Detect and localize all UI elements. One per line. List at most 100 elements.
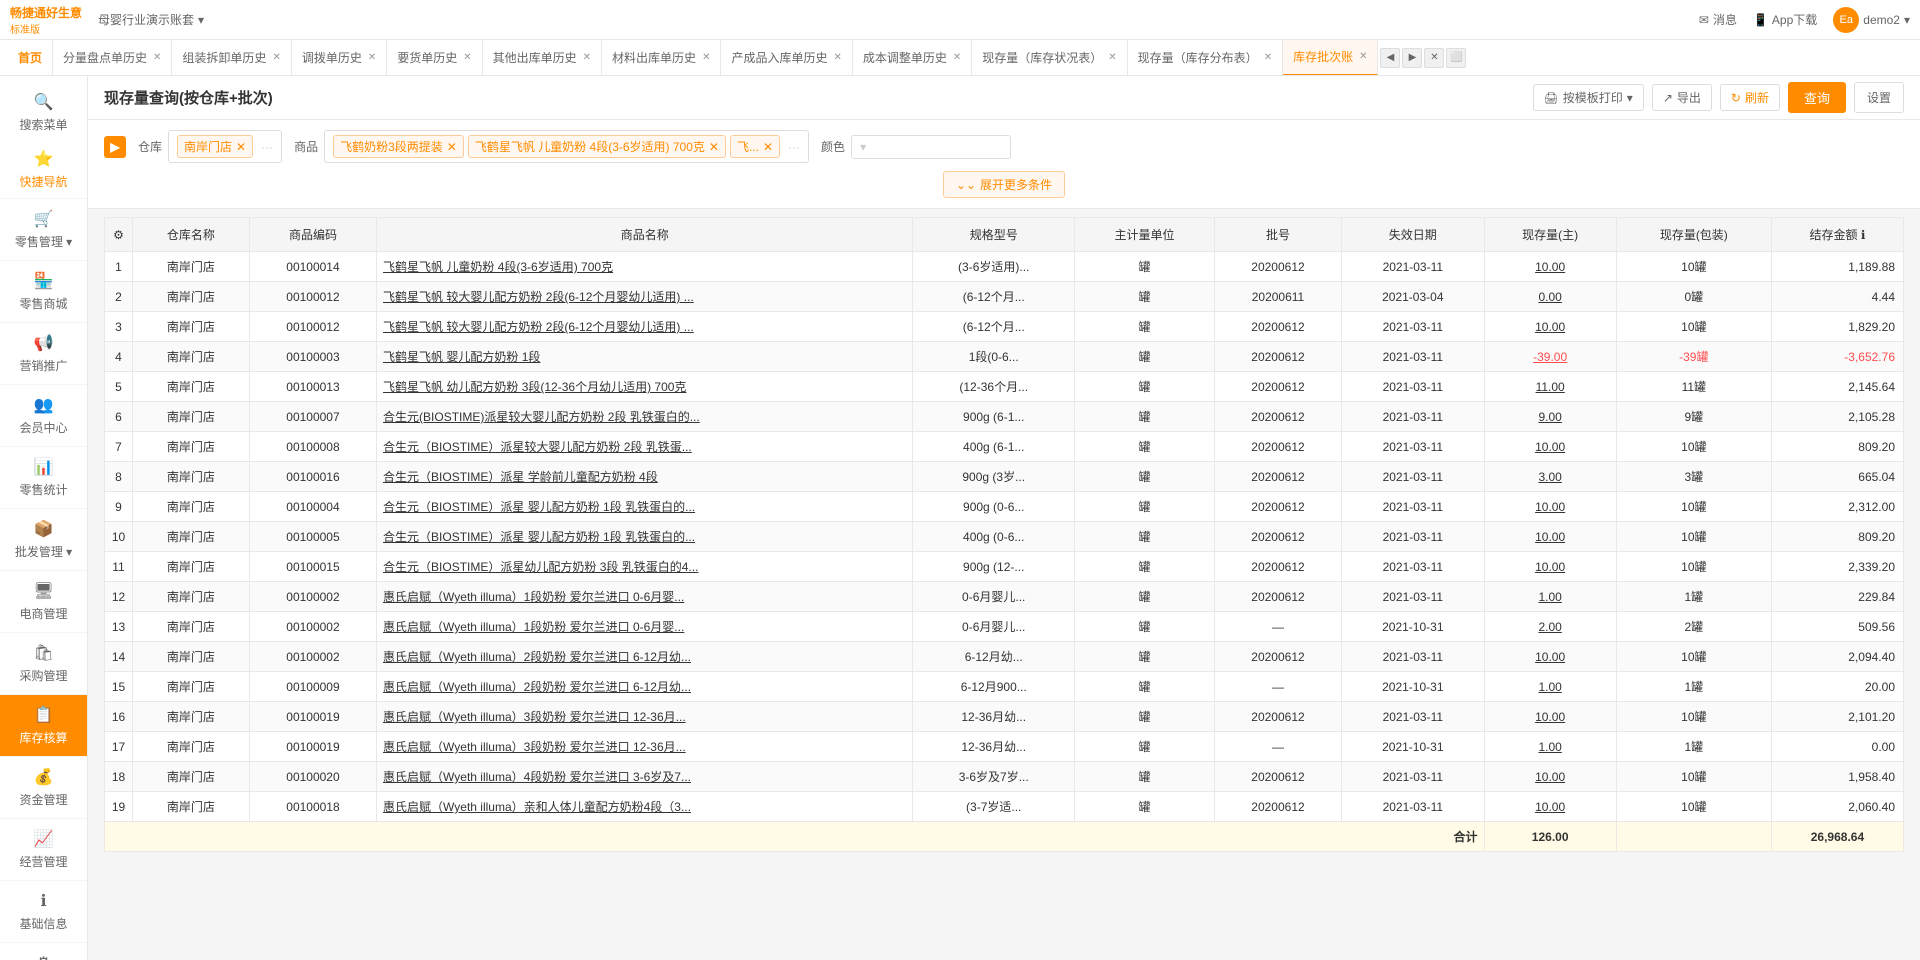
tab-close-icon[interactable]: ✕ (1264, 52, 1272, 63)
col-settings[interactable]: ⚙ (105, 218, 133, 252)
settings-button[interactable]: 设置 (1854, 82, 1904, 113)
row-qty-main[interactable]: 10.00 (1484, 312, 1616, 342)
row-name[interactable]: 飞鹤星飞帆 幼儿配方奶粉 3段(12-36个月幼儿适用) 700克 (377, 372, 913, 402)
row-name[interactable]: 惠氏启赋（Wyeth illuma）3段奶粉 爱尔兰进口 12-36月... (377, 732, 913, 762)
sidebar-item-ecommerce[interactable]: 🖥 电商管理 (0, 571, 87, 633)
row-qty-main[interactable]: 10.00 (1484, 792, 1616, 822)
row-name[interactable]: 合生元（BIOSTIME）派星幼儿配方奶粉 3段 乳铁蛋白的4... (377, 552, 913, 582)
row-name[interactable]: 惠氏启赋（Wyeth illuma）1段奶粉 爱尔兰进口 0-6月婴... (377, 612, 913, 642)
tab-close-icon[interactable]: ✕ (368, 52, 376, 63)
warehouse-tag-value[interactable]: 南岸门店 ✕ (177, 135, 253, 158)
sidebar-item-wholesale[interactable]: 📦 批发管理 ▾ (0, 509, 87, 571)
row-qty-main[interactable]: 2.00 (1484, 612, 1616, 642)
tab-yaohuo[interactable]: 要货单历史 ✕ (387, 40, 482, 76)
row-qty-main[interactable]: 10.00 (1484, 552, 1616, 582)
sidebar-item-retail-mgmt[interactable]: 🛒 零售管理 ▾ (0, 199, 87, 261)
expand-more-button[interactable]: ⌄⌄ 展开更多条件 (943, 171, 1065, 198)
row-qty-main[interactable]: 11.00 (1484, 372, 1616, 402)
sidebar-item-member[interactable]: 👥 会员中心 (0, 385, 87, 447)
tab-qita[interactable]: 其他出库单历史 ✕ (483, 40, 602, 76)
app-download-link[interactable]: 📱 App下载 (1753, 11, 1817, 28)
row-name[interactable]: 惠氏启赋（Wyeth illuma）亲和人体儿童配方奶粉4段（3... (377, 792, 913, 822)
row-name[interactable]: 惠氏启赋（Wyeth illuma）2段奶粉 爱尔兰进口 6-12月幼... (377, 672, 913, 702)
tab-close-icon[interactable]: ✕ (272, 52, 280, 63)
tab-fenpan[interactable]: 分量盘点单历史 ✕ (53, 40, 172, 76)
row-name[interactable]: 飞鹤星飞帆 较大婴儿配方奶粉 2段(6-12个月婴幼儿适用) ... (377, 282, 913, 312)
row-qty-main[interactable]: 1.00 (1484, 672, 1616, 702)
filter-expand-arrow[interactable]: ▶ (104, 136, 126, 158)
row-qty-main[interactable]: 10.00 (1484, 522, 1616, 552)
print-button[interactable]: 🖨 按模板打印 ▾ (1533, 84, 1644, 111)
row-qty-main[interactable]: 10.00 (1484, 762, 1616, 792)
product-tag-2[interactable]: 飞鹤星飞帆 儿童奶粉 4段(3-6岁适用) 700克 ✕ (468, 135, 726, 158)
product-tag-3[interactable]: 飞... ✕ (730, 135, 780, 158)
tab-xiancun2[interactable]: 现存量（库存分布表） ✕ (1128, 40, 1283, 76)
row-name[interactable]: 合生元（BIOSTIME）派星 婴儿配方奶粉 1段 乳铁蛋白的... (377, 522, 913, 552)
sidebar-item-inventory[interactable]: 📋 库存核算 (0, 695, 87, 757)
tab-diaopi[interactable]: 调拨单历史 ✕ (292, 40, 387, 76)
tab-prev-arrow[interactable]: ◀ (1380, 48, 1400, 68)
tab-close-all[interactable]: ✕ (1424, 48, 1444, 68)
row-qty-main[interactable]: 10.00 (1484, 432, 1616, 462)
tab-cailiao[interactable]: 材料出库单历史 ✕ (602, 40, 721, 76)
row-name[interactable]: 惠氏启赋（Wyeth illuma）1段奶粉 爱尔兰进口 0-6月婴... (377, 582, 913, 612)
tab-maximize[interactable]: ⬜ (1446, 48, 1466, 68)
row-qty-main[interactable]: 1.00 (1484, 732, 1616, 762)
tab-xiancun1[interactable]: 现存量（库存状况表） ✕ (972, 40, 1127, 76)
sidebar-item-quick-nav[interactable]: ⭐ 快捷导航 (0, 141, 87, 199)
warehouse-input[interactable]: 南岸门店 ✕ ··· (168, 130, 282, 163)
row-name[interactable]: 惠氏启赋（Wyeth illuma）2段奶粉 爱尔兰进口 6-12月幼... (377, 642, 913, 672)
user-menu[interactable]: Ea demo2 ▾ (1833, 7, 1910, 33)
tab-chengben[interactable]: 成本调整单历史 ✕ (853, 40, 972, 76)
row-qty-main[interactable]: -39.00 (1484, 342, 1616, 372)
messages-link[interactable]: ✉ 消息 (1699, 11, 1737, 28)
row-name[interactable]: 飞鹤星飞帆 较大婴儿配方奶粉 2段(6-12个月婴幼儿适用) ... (377, 312, 913, 342)
tab-zuzhuang[interactable]: 组装拆卸单历史 ✕ (172, 40, 291, 76)
sidebar-item-system[interactable]: ⚙ 系统管理 (0, 943, 87, 960)
row-name[interactable]: 合生元（BIOSTIME）派星 学龄前儿童配方奶粉 4段 (377, 462, 913, 492)
color-input[interactable]: ▾ (851, 135, 1011, 159)
row-name[interactable]: 合生元（BIOSTIME）派星较大婴儿配方奶粉 2段 乳铁蛋... (377, 432, 913, 462)
remove-product-tag1[interactable]: ✕ (447, 140, 457, 154)
sidebar-item-search[interactable]: 🔍 搜索菜单 (0, 84, 87, 141)
row-qty-main[interactable]: 10.00 (1484, 252, 1616, 282)
tab-home[interactable]: 首页 (8, 40, 53, 76)
tab-kucun-active[interactable]: 库存批次账 ✕ (1283, 40, 1378, 76)
row-qty-main[interactable]: 10.00 (1484, 702, 1616, 732)
row-qty-main[interactable]: 10.00 (1484, 642, 1616, 672)
row-qty-main[interactable]: 10.00 (1484, 492, 1616, 522)
sidebar-item-marketing[interactable]: 📢 营销推广 (0, 323, 87, 385)
row-name[interactable]: 合生元（BIOSTIME）派星 婴儿配方奶粉 1段 乳铁蛋白的... (377, 492, 913, 522)
tab-close-icon[interactable]: ✕ (702, 52, 710, 63)
tab-close-icon[interactable]: ✕ (1359, 51, 1367, 62)
row-qty-main[interactable]: 0.00 (1484, 282, 1616, 312)
refresh-button[interactable]: ↻ 刷新 (1720, 84, 1780, 111)
remove-warehouse-tag[interactable]: ✕ (236, 140, 246, 154)
tab-chancheng[interactable]: 产成品入库单历史 ✕ (721, 40, 852, 76)
row-name[interactable]: 惠氏启赋（Wyeth illuma）4段奶粉 爱尔兰进口 3-6岁及7... (377, 762, 913, 792)
tab-close-icon[interactable]: ✕ (463, 52, 471, 63)
export-button[interactable]: ↗ 导出 (1652, 84, 1712, 111)
row-qty-main[interactable]: 3.00 (1484, 462, 1616, 492)
tab-close-icon[interactable]: ✕ (1108, 52, 1116, 63)
sidebar-item-operations[interactable]: 📈 经营管理 (0, 819, 87, 881)
tab-close-icon[interactable]: ✕ (583, 52, 591, 63)
tab-close-icon[interactable]: ✕ (953, 52, 961, 63)
remove-product-tag3[interactable]: ✕ (763, 140, 773, 154)
remove-product-tag2[interactable]: ✕ (709, 140, 719, 154)
product-input[interactable]: 飞鹤奶粉3段两提装 ✕ 飞鹤星飞帆 儿童奶粉 4段(3-6岁适用) 700克 ✕… (324, 130, 809, 163)
row-name[interactable]: 飞鹤星飞帆 婴儿配方奶粉 1段 (377, 342, 913, 372)
nav-dropdown[interactable]: 母婴行业演示账套 ▾ (98, 11, 204, 28)
row-qty-main[interactable]: 9.00 (1484, 402, 1616, 432)
tab-close-icon[interactable]: ✕ (833, 52, 841, 63)
sidebar-item-finance[interactable]: 💰 资金管理 (0, 757, 87, 819)
sidebar-item-retail-mall[interactable]: 🏪 零售商城 (0, 261, 87, 323)
row-name[interactable]: 惠氏启赋（Wyeth illuma）3段奶粉 爱尔兰进口 12-36月... (377, 702, 913, 732)
sidebar-item-basic-info[interactable]: ℹ 基础信息 (0, 881, 87, 943)
tab-next-arrow[interactable]: ▶ (1402, 48, 1422, 68)
product-tag-1[interactable]: 飞鹤奶粉3段两提装 ✕ (333, 135, 464, 158)
sidebar-item-retail-stats[interactable]: 📊 零售统计 (0, 447, 87, 509)
row-qty-main[interactable]: 1.00 (1484, 582, 1616, 612)
tab-close-icon[interactable]: ✕ (153, 52, 161, 63)
sidebar-item-purchase[interactable]: 🛍 采购管理 (0, 633, 87, 695)
